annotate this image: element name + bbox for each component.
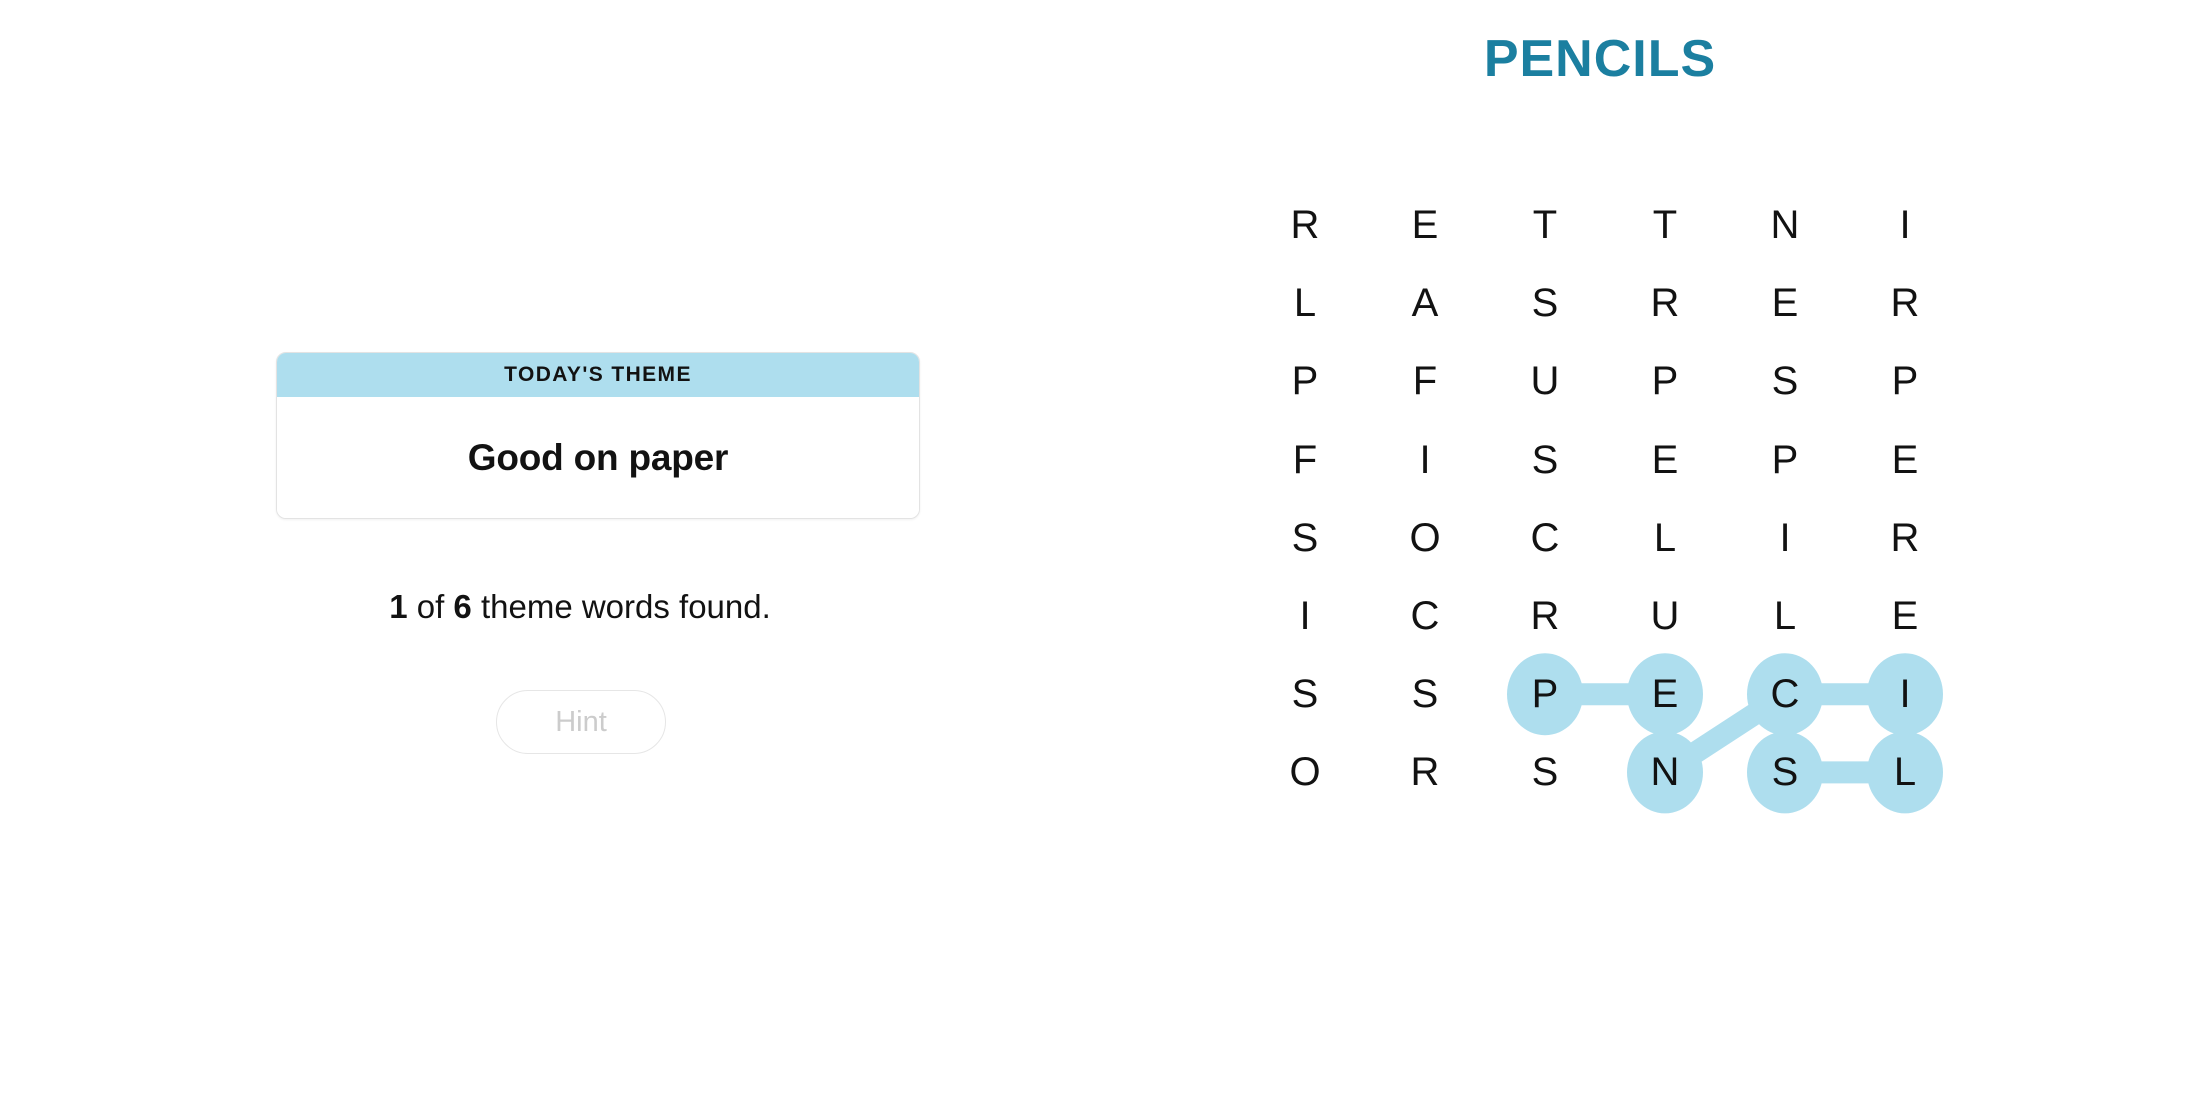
page-title: PENCILS — [1483, 30, 1717, 88]
grid-cell[interactable]: S — [1515, 752, 1575, 792]
grid-cell[interactable]: S — [1515, 440, 1575, 480]
grid-cell[interactable]: S — [1275, 518, 1335, 558]
grid-cell[interactable]: I — [1755, 518, 1815, 558]
grid-cell[interactable]: I — [1395, 440, 1455, 480]
hint-button[interactable]: Hint — [496, 690, 666, 754]
grid-cell[interactable]: I — [1275, 596, 1335, 636]
grid-cell[interactable]: S — [1395, 674, 1455, 714]
grid-cell[interactable]: F — [1395, 361, 1455, 401]
found-word-path-overlay — [1507, 653, 1943, 814]
grid-cell[interactable]: P — [1875, 361, 1935, 401]
theme-card-header-label: TODAY'S THEME — [504, 363, 692, 386]
grid-cell[interactable]: U — [1515, 361, 1575, 401]
progress-text: 1 of 6 theme words found. — [180, 588, 980, 626]
grid-cell[interactable]: T — [1635, 205, 1695, 245]
grid-cell[interactable]: L — [1755, 596, 1815, 636]
grid-cell[interactable]: R — [1875, 518, 1935, 558]
theme-card-header: TODAY'S THEME — [277, 353, 919, 397]
hint-button-label: Hint — [555, 705, 607, 738]
progress-suffix-label: theme words found. — [471, 588, 771, 625]
grid-cell[interactable]: R — [1275, 205, 1335, 245]
grid-cell[interactable]: S — [1515, 283, 1575, 323]
grid-cell[interactable]: C — [1755, 674, 1815, 714]
grid-cell[interactable]: P — [1755, 440, 1815, 480]
grid-cell[interactable]: N — [1635, 752, 1695, 792]
strands-game-screen: PENCILS TODAY'S THEME Good on paper 1 of… — [0, 0, 2200, 1100]
grid-cell[interactable]: P — [1515, 674, 1575, 714]
grid-cell[interactable]: F — [1275, 440, 1335, 480]
grid-cell[interactable]: E — [1635, 440, 1695, 480]
grid-cell[interactable]: C — [1395, 596, 1455, 636]
grid-cell[interactable]: U — [1635, 596, 1695, 636]
grid-cell[interactable]: A — [1395, 283, 1455, 323]
grid-cell[interactable]: R — [1515, 596, 1575, 636]
grid-cell[interactable]: S — [1275, 674, 1335, 714]
grid-cell[interactable]: L — [1875, 752, 1935, 792]
theme-card-body: Good on paper — [277, 397, 919, 518]
todays-theme-card: TODAY'S THEME Good on paper — [276, 352, 920, 519]
grid-cell[interactable]: O — [1275, 752, 1335, 792]
theme-clue-text: Good on paper — [467, 436, 729, 478]
progress-found-count: 1 — [389, 588, 408, 625]
grid-cell[interactable]: I — [1875, 205, 1935, 245]
grid-cell[interactable]: C — [1515, 518, 1575, 558]
grid-cell[interactable]: P — [1635, 361, 1695, 401]
grid-cell[interactable]: R — [1875, 283, 1935, 323]
info-panel: TODAY'S THEME Good on paper 1 of 6 theme… — [180, 330, 980, 810]
grid-cell[interactable]: R — [1635, 283, 1695, 323]
grid-cell[interactable]: O — [1395, 518, 1455, 558]
grid-cell[interactable]: P — [1275, 361, 1335, 401]
grid-cell[interactable]: E — [1395, 205, 1455, 245]
grid-cell[interactable]: E — [1875, 440, 1935, 480]
grid-cell[interactable]: E — [1635, 674, 1695, 714]
progress-of-label: of — [407, 588, 454, 625]
grid-cell[interactable]: I — [1875, 674, 1935, 714]
grid-cell[interactable]: R — [1395, 752, 1455, 792]
grid-cell[interactable]: N — [1755, 205, 1815, 245]
grid-cell[interactable]: S — [1755, 752, 1815, 792]
grid-cell[interactable]: S — [1755, 361, 1815, 401]
grid-cell[interactable]: L — [1635, 518, 1695, 558]
grid-cell[interactable]: T — [1515, 205, 1575, 245]
progress-total-count: 6 — [453, 588, 472, 625]
grid-cell[interactable]: L — [1275, 283, 1335, 323]
grid-cell[interactable]: E — [1755, 283, 1815, 323]
grid-cell[interactable]: E — [1875, 596, 1935, 636]
letter-grid[interactable]: RETTNILASRERPFUPSPFISEPESOCLIRICRULESSPE… — [1250, 170, 1970, 1070]
